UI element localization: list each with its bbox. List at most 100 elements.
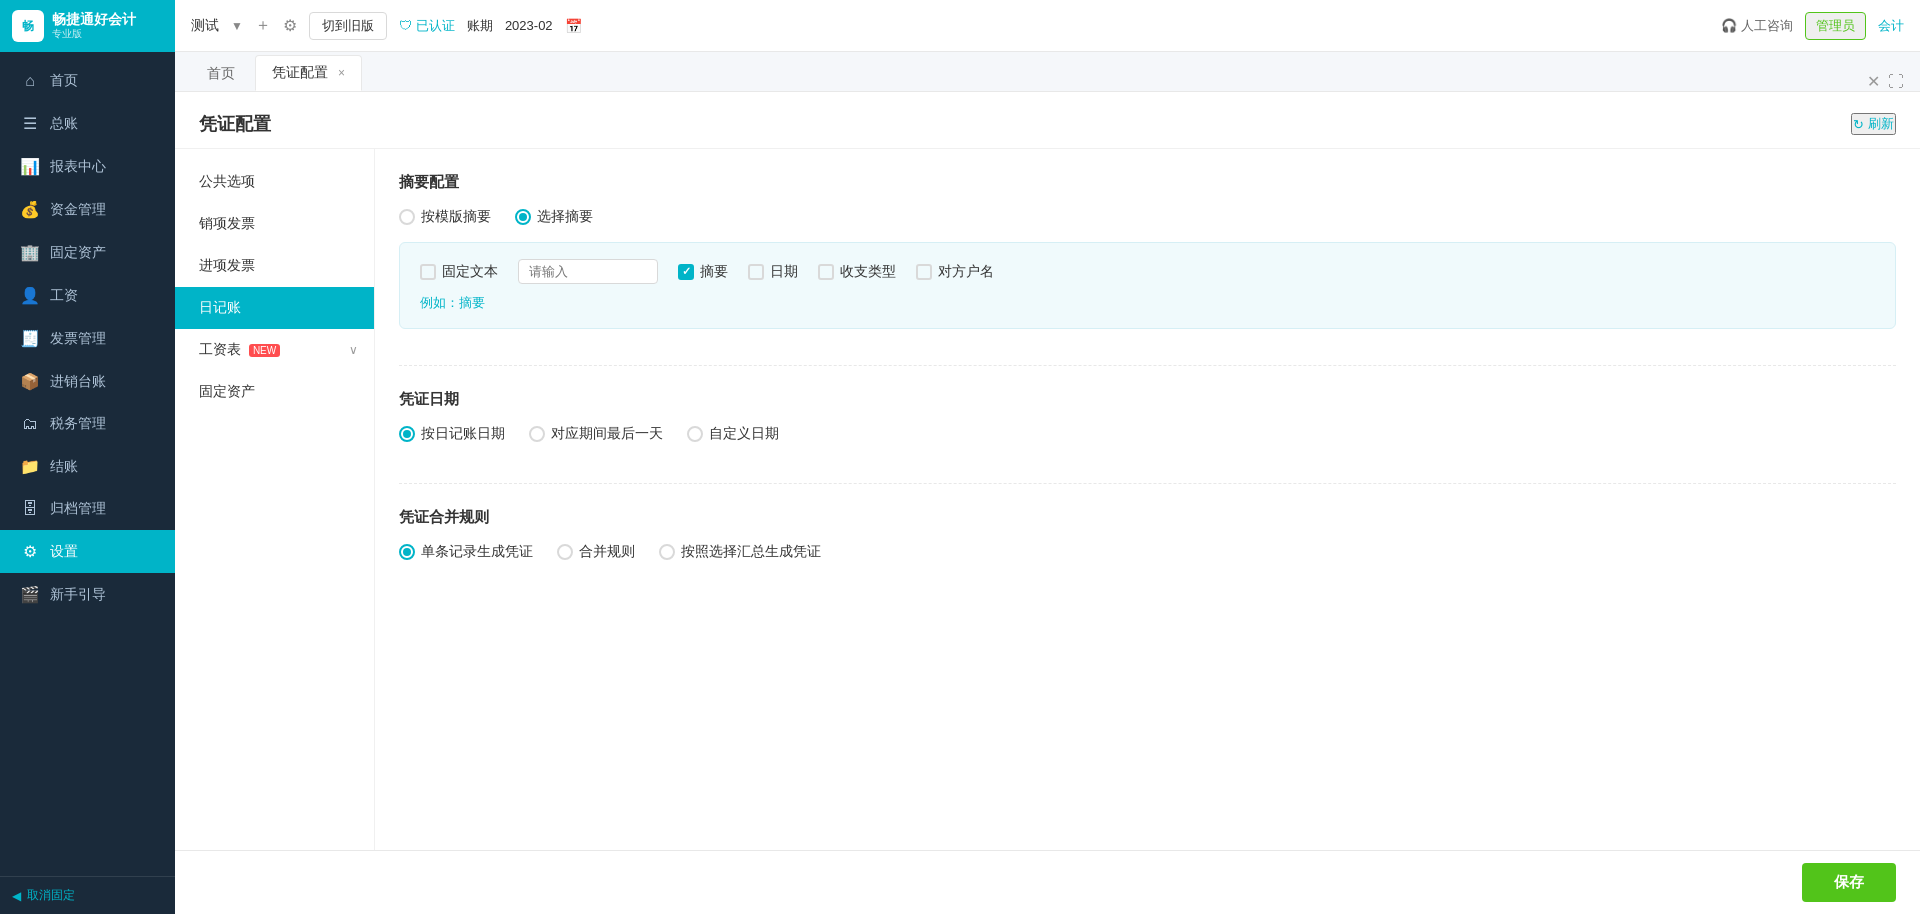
new-badge-payroll: NEW xyxy=(249,344,280,357)
sidebar-label-settings: 设置 xyxy=(50,543,78,561)
sidebar-label-invoice: 发票管理 xyxy=(50,330,106,348)
sidebar-item-home[interactable]: ⌂ 首页 xyxy=(0,60,175,102)
checkbox-date[interactable]: 日期 xyxy=(748,263,798,281)
sidebar-item-guide[interactable]: 🎬 新手引导 xyxy=(0,573,175,616)
settings-icon: ⚙ xyxy=(20,542,40,561)
left-menu-label-purchase: 进项发票 xyxy=(199,257,255,273)
sidebar-label-ledger: 总账 xyxy=(50,115,78,133)
right-content-scroll[interactable]: 摘要配置 按模版摘要 选择摘 xyxy=(375,149,1920,914)
sidebar-label-home: 首页 xyxy=(50,72,78,90)
tab-home[interactable]: 首页 xyxy=(191,57,251,91)
main-area: 测试 ▼ ＋ ⚙ 切到旧版 🛡 已认证 账期 2023-02 📅 🎧 人工咨询 … xyxy=(175,0,1920,914)
page-header: 凭证配置 ↻ 刷新 xyxy=(175,92,1920,149)
section-title-date: 凭证日期 xyxy=(399,390,1896,409)
close-account-icon: 📁 xyxy=(20,457,40,476)
radio-template-summary[interactable]: 按模版摘要 xyxy=(399,208,491,226)
sidebar-item-fund[interactable]: 💰 资金管理 xyxy=(0,188,175,231)
checkbox-pay-type[interactable]: 收支类型 xyxy=(818,263,896,281)
radio-circle-period-last xyxy=(529,426,545,442)
checkbox-row: 固定文本 ✓ 摘要 xyxy=(420,259,1875,284)
sidebar-item-salary[interactable]: 👤 工资 xyxy=(0,274,175,317)
left-menu-item-fixed-asset[interactable]: 固定资产 xyxy=(175,371,374,413)
sidebar-item-ledger[interactable]: ☰ 总账 xyxy=(0,102,175,145)
left-menu-label-public: 公共选项 xyxy=(199,173,255,189)
radio-merge-rule[interactable]: 合并规则 xyxy=(557,543,635,561)
date-radio-group: 按日记账日期 对应期间最后一天 自定义日期 xyxy=(399,425,1896,443)
tab-voucher-config[interactable]: 凭证配置 × xyxy=(255,55,362,91)
radio-summary-gen[interactable]: 按照选择汇总生成凭证 xyxy=(659,543,821,561)
left-menu-item-payroll[interactable]: 工资表 NEW ∨ xyxy=(175,329,374,371)
sidebar-item-archive[interactable]: 🗄 归档管理 xyxy=(0,488,175,530)
left-menu-item-sales[interactable]: 销项发票 xyxy=(175,203,374,245)
left-menu-item-journal[interactable]: 日记账 xyxy=(175,287,374,329)
logo-title: 畅捷通好会计 xyxy=(52,11,136,28)
radio-circle-merge xyxy=(557,544,573,560)
radio-single-record[interactable]: 单条记录生成凭证 xyxy=(399,543,533,561)
left-menu: 公共选项 销项发票 进项发票 日记账 工资表 NEW ∨ xyxy=(175,149,375,914)
radio-custom-date[interactable]: 自定义日期 xyxy=(687,425,779,443)
checkbox-counterpart[interactable]: 对方户名 xyxy=(916,263,994,281)
verified-label: 已认证 xyxy=(416,17,455,35)
radio-dot-single xyxy=(403,548,411,556)
radio-label-template: 按模版摘要 xyxy=(421,208,491,226)
user-button[interactable]: 管理员 xyxy=(1805,12,1866,40)
radio-circle-journal-date xyxy=(399,426,415,442)
radio-journal-date[interactable]: 按日记账日期 xyxy=(399,425,505,443)
switch-version-button[interactable]: 切到旧版 xyxy=(309,12,387,40)
sidebar-item-close[interactable]: 📁 结账 xyxy=(0,445,175,488)
left-menu-label-fixed-asset: 固定资产 xyxy=(199,383,255,399)
left-menu-item-purchase[interactable]: 进项发票 xyxy=(175,245,374,287)
refresh-label: 刷新 xyxy=(1868,115,1894,133)
expand-icon-payroll: ∨ xyxy=(349,343,358,357)
radio-dot-select xyxy=(519,213,527,221)
left-menu-label-journal: 日记账 xyxy=(199,299,241,315)
radio-label-select: 选择摘要 xyxy=(537,208,593,226)
guide-icon: 🎬 xyxy=(20,585,40,604)
radio-circle-custom-date xyxy=(687,426,703,442)
save-button[interactable]: 保存 xyxy=(1802,863,1896,902)
refresh-button[interactable]: ↻ 刷新 xyxy=(1851,113,1896,135)
radio-label-single: 单条记录生成凭证 xyxy=(421,543,533,561)
sidebar-item-trade[interactable]: 📦 进销台账 xyxy=(0,360,175,403)
sidebar-item-asset[interactable]: 🏢 固定资产 xyxy=(0,231,175,274)
left-menu-label-sales: 销项发票 xyxy=(199,215,255,231)
trade-icon: 📦 xyxy=(20,372,40,391)
add-icon[interactable]: ＋ xyxy=(255,15,271,36)
project-dropdown-icon[interactable]: ▼ xyxy=(231,19,243,33)
sidebar: 畅 畅捷通好会计 专业版 ⌂ 首页 ☰ 总账 📊 报表中心 💰 资金管理 🏢 固… xyxy=(0,0,175,914)
home-icon: ⌂ xyxy=(20,72,40,90)
period-label: 账期 xyxy=(467,17,493,35)
left-menu-item-public[interactable]: 公共选项 xyxy=(175,161,374,203)
shield-icon: 🛡 xyxy=(399,18,412,33)
fixed-text-input[interactable] xyxy=(518,259,658,284)
sidebar-item-settings[interactable]: ⚙ 设置 xyxy=(0,530,175,573)
checkbox-label-counterpart: 对方户名 xyxy=(938,263,994,281)
sidebar-logo: 畅 畅捷通好会计 专业版 xyxy=(0,0,175,52)
radio-period-last[interactable]: 对应期间最后一天 xyxy=(529,425,663,443)
sidebar-item-invoice[interactable]: 🧾 发票管理 xyxy=(0,317,175,360)
sidebar-label-archive: 归档管理 xyxy=(50,500,106,518)
sidebar-item-tax[interactable]: 🗂 税务管理 xyxy=(0,403,175,445)
radio-dot-journal-date xyxy=(403,430,411,438)
logo-icon: 畅 xyxy=(12,10,44,42)
fund-icon: 💰 xyxy=(20,200,40,219)
radio-select-summary[interactable]: 选择摘要 xyxy=(515,208,593,226)
sidebar-footer-unpin[interactable]: ◀ 取消固定 xyxy=(0,876,175,914)
tax-icon: 🗂 xyxy=(20,415,40,433)
window-close-button[interactable]: ✕ xyxy=(1867,72,1880,91)
radio-circle-template xyxy=(399,209,415,225)
checkbox-summary[interactable]: ✓ 摘要 xyxy=(678,263,728,281)
radio-label-custom-date: 自定义日期 xyxy=(709,425,779,443)
headset-icon: 🎧 xyxy=(1721,18,1737,33)
tab-close-icon[interactable]: × xyxy=(338,66,345,80)
sidebar-item-report[interactable]: 📊 报表中心 xyxy=(0,145,175,188)
tabbar: 首页 凭证配置 × ✕ ⛶ xyxy=(175,52,1920,92)
checkbox-label-date: 日期 xyxy=(770,263,798,281)
gear-icon[interactable]: ⚙ xyxy=(283,16,297,35)
calendar-icon[interactable]: 📅 xyxy=(565,18,582,34)
sidebar-label-trade: 进销台账 xyxy=(50,373,106,391)
checkbox-fixed-text[interactable]: 固定文本 xyxy=(420,263,498,281)
window-expand-button[interactable]: ⛶ xyxy=(1888,73,1904,91)
help-button[interactable]: 🎧 人工咨询 xyxy=(1721,17,1793,35)
sidebar-label-close: 结账 xyxy=(50,458,78,476)
